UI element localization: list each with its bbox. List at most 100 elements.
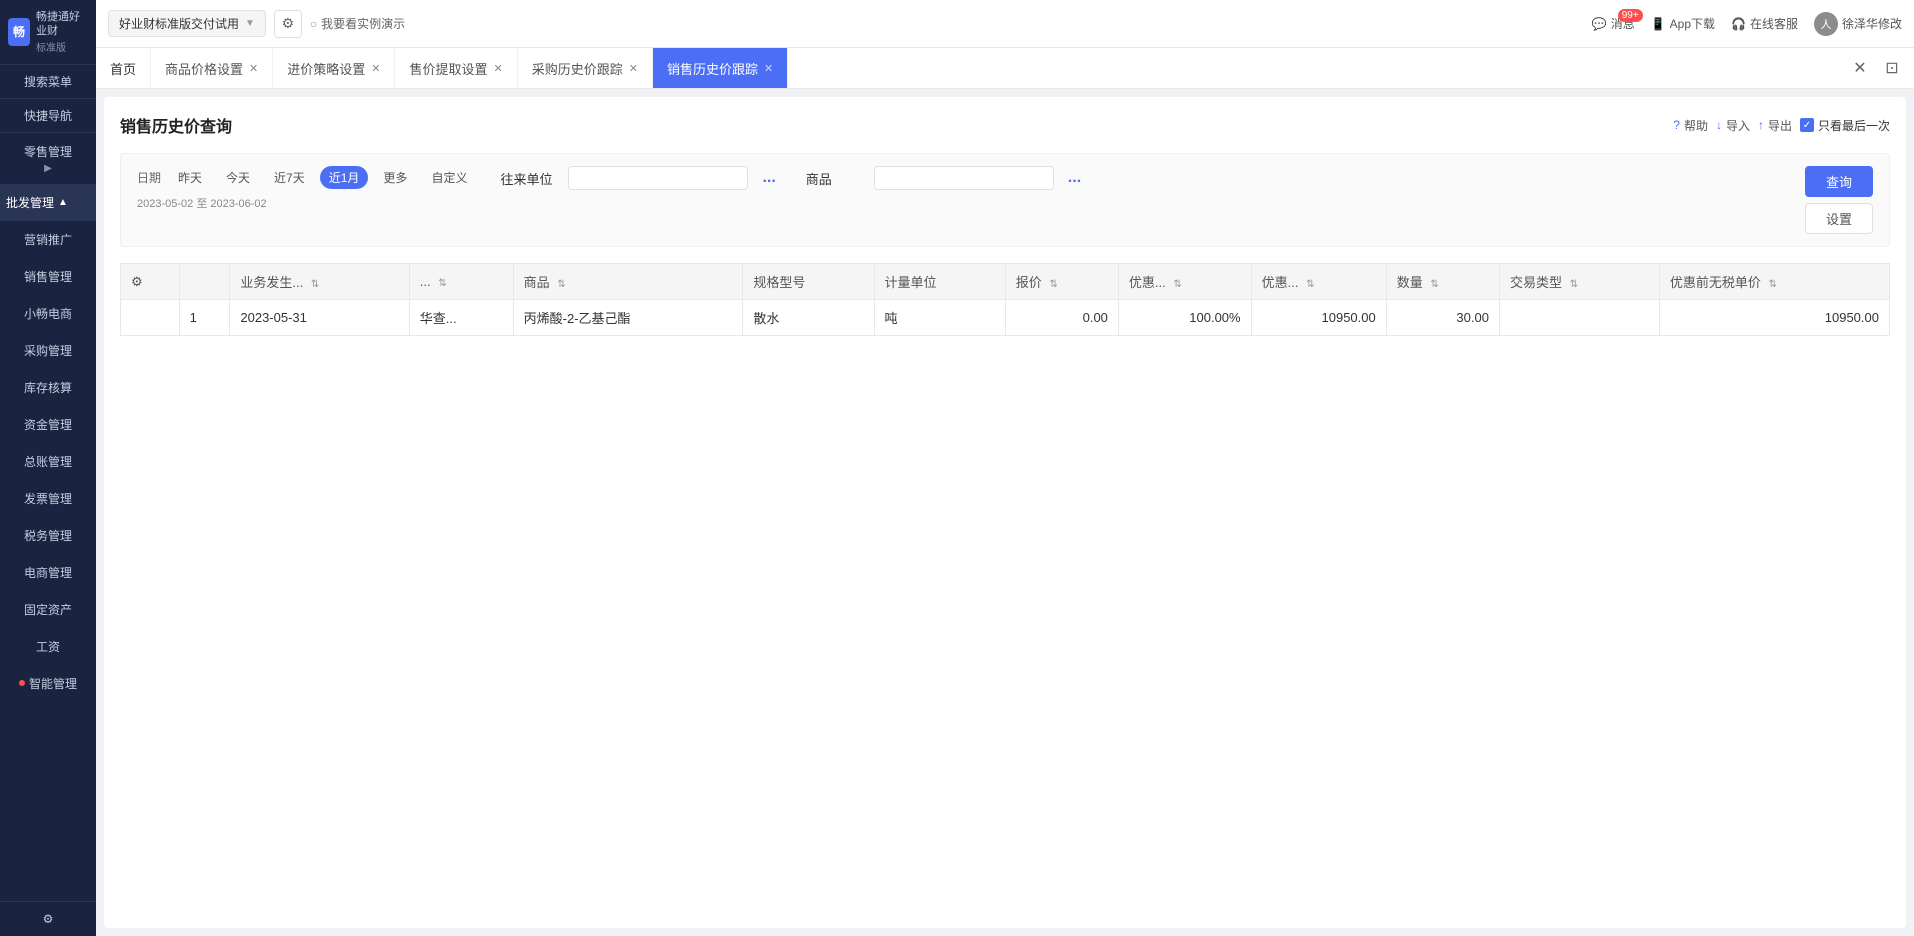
import-label: 导入 — [1726, 117, 1750, 134]
sidebar-item-smart[interactable]: 智能管理 — [0, 665, 96, 702]
data-table: ⚙ 业务发生... ⇅ ... ⇅ 商品 ⇅ — [120, 263, 1890, 336]
sidebar-item-inventory[interactable]: 库存核算 — [0, 369, 96, 406]
sidebar-item-finance[interactable]: 资金管理 — [0, 406, 96, 443]
date-btn-last7[interactable]: 近7天 — [265, 166, 314, 189]
col-discount2[interactable]: 优惠... ⇅ — [1251, 264, 1386, 300]
last-once-label: 只看最后一次 — [1818, 117, 1890, 134]
online-service-label: 在线客服 — [1750, 15, 1798, 32]
col-discount1[interactable]: 优惠... ⇅ — [1118, 264, 1251, 300]
col-pretax-price[interactable]: 优惠前无税单价 ⇅ — [1659, 264, 1889, 300]
sort-transaction-icon: ⇅ — [1570, 279, 1578, 290]
tab-price[interactable]: 商品价格设置 ✕ — [151, 48, 273, 88]
sidebar-item-retail[interactable]: 零售管理 ▶ — [0, 133, 96, 184]
sidebar-item-ecommerce-small[interactable]: 小畅电商 — [0, 295, 96, 332]
sidebar-item-tax[interactable]: 税务管理 — [0, 517, 96, 554]
sidebar-item-assets[interactable]: 固定资产 — [0, 591, 96, 628]
version-selector[interactable]: 好业财标准版交付试用 ▼ — [108, 10, 266, 37]
sidebar-item-ecommerce[interactable]: 电商管理 — [0, 554, 96, 591]
topbar-gear-btn[interactable]: ⚙ — [274, 10, 302, 38]
date-btn-yesterday[interactable]: 昨天 — [169, 166, 211, 189]
logo-title: 畅捷通好业财 — [36, 10, 88, 39]
app-logo: 畅 畅捷通好业财 标准版 — [0, 0, 96, 65]
message-badge: 99+ — [1618, 9, 1643, 22]
online-service-btn[interactable]: 🎧 在线客服 — [1731, 15, 1798, 32]
tab-sale-history[interactable]: 销售历史价跟踪 ✕ — [653, 48, 788, 88]
col-product[interactable]: 商品 ⇅ — [513, 264, 743, 300]
date-btn-custom[interactable]: 自定义 — [422, 166, 476, 189]
message-icon: 💬 — [1592, 17, 1607, 31]
col-transaction-type[interactable]: 交易类型 ⇅ — [1499, 264, 1659, 300]
sort-product-icon: ⇅ — [557, 279, 565, 290]
query-btn[interactable]: 查询 — [1805, 166, 1873, 197]
app-download-btn[interactable]: 📱 App下载 — [1651, 15, 1715, 32]
tab-purchase-strategy-close[interactable]: ✕ — [371, 62, 380, 75]
date-btn-more[interactable]: 更多 — [374, 166, 416, 189]
sidebar-item-sales[interactable]: 销售管理 — [0, 258, 96, 295]
row-gear — [121, 300, 180, 336]
col-gear[interactable]: ⚙ — [121, 264, 180, 300]
message-btn[interactable]: 💬 消息 99+ — [1592, 15, 1635, 32]
export-btn[interactable]: ↑ 导出 — [1758, 117, 1792, 134]
import-btn[interactable]: ↓ 导入 — [1716, 117, 1750, 134]
topbar-demo-btn[interactable]: ○ 我要看实例演示 — [310, 15, 405, 32]
col-business-date[interactable]: 业务发生... ⇅ — [230, 264, 409, 300]
sidebar-item-purchase[interactable]: 采购管理 — [0, 332, 96, 369]
tab-sale-extract[interactable]: 售价提取设置 ✕ — [395, 48, 517, 88]
product-input[interactable] — [874, 166, 1054, 190]
gear-icon: ⚙ — [131, 274, 143, 289]
tab-home[interactable]: 首页 — [96, 48, 151, 88]
source-unit-dots[interactable]: ... — [756, 167, 781, 189]
help-label: 帮助 — [1684, 117, 1708, 134]
help-btn[interactable]: ? 帮助 — [1673, 117, 1708, 134]
sort-discount2-icon: ⇅ — [1306, 279, 1314, 290]
version-arrow-icon: ▼ — [245, 18, 255, 29]
tab-close-icon[interactable]: ✕ — [1846, 54, 1874, 82]
sidebar-item-ledger[interactable]: 总账管理 — [0, 443, 96, 480]
last-once-checkbox[interactable]: ✓ — [1800, 118, 1814, 132]
sidebar-search[interactable]: 搜索菜单 — [0, 65, 96, 99]
sort-discount1-icon: ⇅ — [1173, 279, 1181, 290]
col-quantity[interactable]: 数量 ⇅ — [1386, 264, 1499, 300]
row-unit: 吨 — [874, 300, 1005, 336]
sidebar-item-invoice[interactable]: 发票管理 — [0, 480, 96, 517]
last-once-checkbox-label[interactable]: ✓ 只看最后一次 — [1800, 117, 1890, 134]
sidebar-quick-nav[interactable]: 快捷导航 — [0, 99, 96, 133]
sidebar-item-marketing[interactable]: 营销推广 — [0, 221, 96, 258]
col-index — [179, 264, 230, 300]
row-more-col: 华查... — [409, 300, 513, 336]
sort-more-icon: ⇅ — [438, 278, 446, 289]
row-product: 丙烯酸-2-乙基己酯 — [513, 300, 743, 336]
tab-sale-history-close[interactable]: ✕ — [764, 62, 773, 75]
col-unit: 计量单位 — [874, 264, 1005, 300]
app-download-label: App下载 — [1670, 15, 1715, 32]
row-business-date: 2023-05-31 — [230, 300, 409, 336]
product-dots[interactable]: ... — [1062, 167, 1087, 189]
date-btn-last1m[interactable]: 近1月 — [320, 166, 369, 189]
row-pretax-price: 10950.00 — [1659, 300, 1889, 336]
table-header-row: ⚙ 业务发生... ⇅ ... ⇅ 商品 ⇅ — [121, 264, 1890, 300]
tab-purchase-strategy[interactable]: 进价策略设置 ✕ — [273, 48, 395, 88]
settings-btn[interactable]: 设置 — [1805, 203, 1873, 234]
filter-area: 日期 昨天 今天 近7天 近1月 更多 自定义 2023-05-02 至 202… — [120, 153, 1890, 247]
col-quote[interactable]: 报价 ⇅ — [1005, 264, 1118, 300]
import-icon: ↓ — [1716, 118, 1722, 132]
sidebar-item-wholesale[interactable]: 批发管理 ▲ — [0, 184, 96, 221]
tab-purchase-history-close[interactable]: ✕ — [629, 62, 638, 75]
logo-subtitle: 标准版 — [36, 39, 88, 54]
product-filter-label: 商品 — [806, 169, 866, 188]
sidebar-settings-btn[interactable]: ⚙ — [0, 901, 96, 936]
tab-price-close[interactable]: ✕ — [249, 62, 258, 75]
user-btn[interactable]: 人 徐泽华修改 — [1814, 12, 1902, 36]
topbar-right: 💬 消息 99+ 📱 App下载 🎧 在线客服 人 徐泽华修改 — [1592, 12, 1902, 36]
page-content: 销售历史价查询 ? 帮助 ↓ 导入 ↑ 导出 ✓ 只看最后一次 — [104, 97, 1906, 928]
tab-expand-icon[interactable]: ⊡ — [1878, 54, 1906, 82]
col-more[interactable]: ... ⇅ — [409, 264, 513, 300]
date-btn-today[interactable]: 今天 — [217, 166, 259, 189]
tab-purchase-history[interactable]: 采购历史价跟踪 ✕ — [518, 48, 653, 88]
sort-business-date-icon: ⇅ — [311, 279, 319, 290]
tab-sale-extract-close[interactable]: ✕ — [494, 62, 503, 75]
source-unit-input[interactable] — [568, 166, 748, 190]
product-filter: 商品 ... — [806, 166, 1087, 190]
sidebar-item-payroll[interactable]: 工资 — [0, 628, 96, 665]
page-title: 销售历史价查询 — [120, 113, 232, 137]
